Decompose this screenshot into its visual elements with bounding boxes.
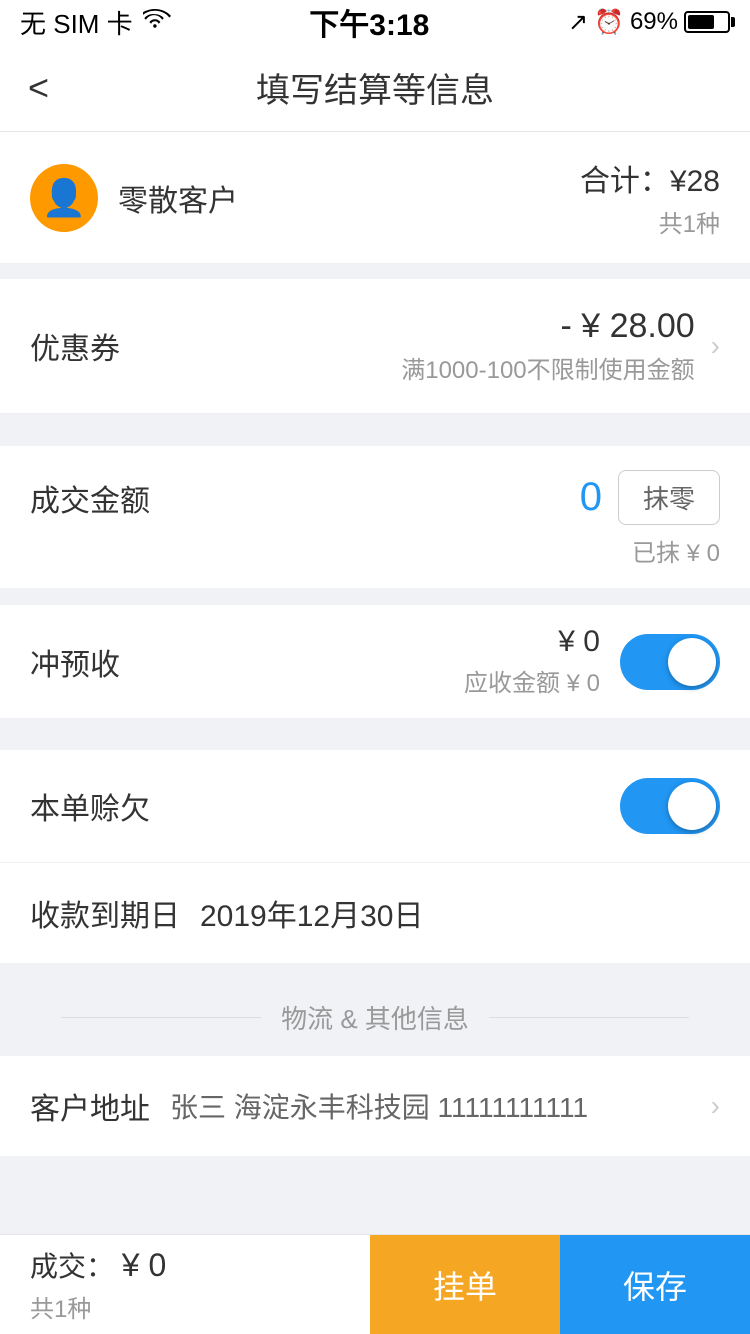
footer-deal-row: 成交： ¥ 0: [30, 1245, 340, 1285]
customer-totals: 合计：¥28 共1种: [580, 156, 720, 239]
customer-row: 👤 零散客户 合计：¥28 共1种: [0, 132, 750, 263]
coupon-section: 优惠券 - ¥ 28.00 满1000-100不限制使用金额 ›: [0, 279, 750, 414]
battery-percent: 69%: [630, 8, 678, 36]
alarm-icon: ⏰: [594, 8, 624, 37]
due-date-label: 收款到期日: [30, 891, 180, 935]
round-button[interactable]: 抹零: [618, 470, 720, 525]
coupon-row[interactable]: 优惠券 - ¥ 28.00 满1000-100不限制使用金额 ›: [0, 279, 750, 414]
hold-button[interactable]: 挂单: [370, 1235, 560, 1334]
logistics-label: 物流 & 其他信息: [281, 999, 469, 1036]
coupon-label: 优惠券: [30, 324, 120, 368]
amount-right: 0 抹零: [580, 470, 720, 525]
total-amount: 合计：¥28: [580, 156, 720, 200]
footer-count: 共1种: [30, 1289, 340, 1324]
address-row[interactable]: 客户地址 张三 海淀永丰科技园 11111111111 ›: [0, 1056, 750, 1156]
customer-name: 零散客户: [118, 176, 238, 220]
prepay-amounts: ¥ 0 应收金额 ¥ 0: [464, 625, 600, 698]
amount-row: 成交金额 0 抹零: [30, 470, 720, 533]
status-time: 下午3:18: [309, 0, 429, 44]
save-button[interactable]: 保存: [560, 1235, 750, 1334]
no-sim-text: 无 SIM 卡: [20, 4, 133, 41]
address-chevron-icon: ›: [711, 1090, 720, 1122]
deal-amount-value: 0: [580, 475, 602, 520]
nav-bar: < 填写结算等信息: [0, 44, 750, 132]
total-count: 共1种: [580, 204, 720, 239]
customer-left: 👤 零散客户: [30, 164, 238, 232]
footer-deal-amount: ¥ 0: [122, 1247, 166, 1283]
debt-toggle-knob: [668, 782, 716, 830]
battery-icon: [684, 11, 730, 33]
address-label: 客户地址: [30, 1084, 150, 1128]
status-right: ↗ ⏰ 69%: [568, 8, 730, 37]
debt-toggle[interactable]: [620, 778, 720, 834]
logistics-divider: 物流 & 其他信息: [0, 979, 750, 1056]
footer-info: 成交： ¥ 0 共1种: [0, 1235, 370, 1334]
location-icon: ↗: [568, 8, 588, 37]
deal-amount-section: 成交金额 0 抹零 已抹 ¥ 0: [0, 446, 750, 588]
page-title: 填写结算等信息: [256, 63, 494, 112]
debt-label: 本单赊欠: [30, 784, 150, 828]
debt-row: 本单赊欠: [0, 750, 750, 862]
coupon-discount: - ¥ 28.00: [401, 307, 694, 346]
avatar-icon: 👤: [42, 177, 87, 219]
footer: 成交： ¥ 0 共1种 挂单 保存: [0, 1234, 750, 1334]
prepay-label: 冲预收: [30, 640, 120, 684]
toggle-knob: [668, 638, 716, 686]
back-button[interactable]: <: [28, 67, 49, 109]
address-value: 张三 海淀永丰科技园 11111111111: [170, 1086, 588, 1126]
prepay-toggle[interactable]: [620, 634, 720, 690]
due-date-value: 2019年12月30日: [200, 891, 423, 935]
prepay-row: 冲预收 ¥ 0 应收金额 ¥ 0: [0, 604, 750, 718]
prepay-amount: ¥ 0: [464, 625, 600, 659]
coupon-right: - ¥ 28.00 满1000-100不限制使用金额 ›: [401, 307, 720, 385]
due-date-row: 收款到期日 2019年12月30日: [0, 862, 750, 963]
status-bar: 无 SIM 卡 下午3:18 ↗ ⏰ 69%: [0, 0, 750, 44]
divider-1: [0, 430, 750, 446]
prepay-right: ¥ 0 应收金额 ¥ 0: [464, 625, 720, 698]
prepay-sub: 应收金额 ¥ 0: [464, 663, 600, 698]
wifi-icon: [143, 7, 171, 38]
divider-2: [0, 734, 750, 750]
chevron-right-icon: ›: [711, 330, 720, 362]
deal-amount-label: 成交金额: [30, 476, 150, 520]
address-left: 客户地址 张三 海淀永丰科技园 11111111111: [30, 1084, 588, 1128]
coupon-desc: 满1000-100不限制使用金额: [401, 350, 694, 385]
debt-section: 本单赊欠 收款到期日 2019年12月30日: [0, 750, 750, 963]
footer-deal-label: 成交：: [30, 1251, 114, 1282]
divider-line-right: [489, 1017, 689, 1018]
amount-sub: 已抹 ¥ 0: [30, 533, 720, 588]
divider-line-left: [61, 1017, 261, 1018]
status-left: 无 SIM 卡: [20, 4, 171, 41]
avatar: 👤: [30, 164, 98, 232]
